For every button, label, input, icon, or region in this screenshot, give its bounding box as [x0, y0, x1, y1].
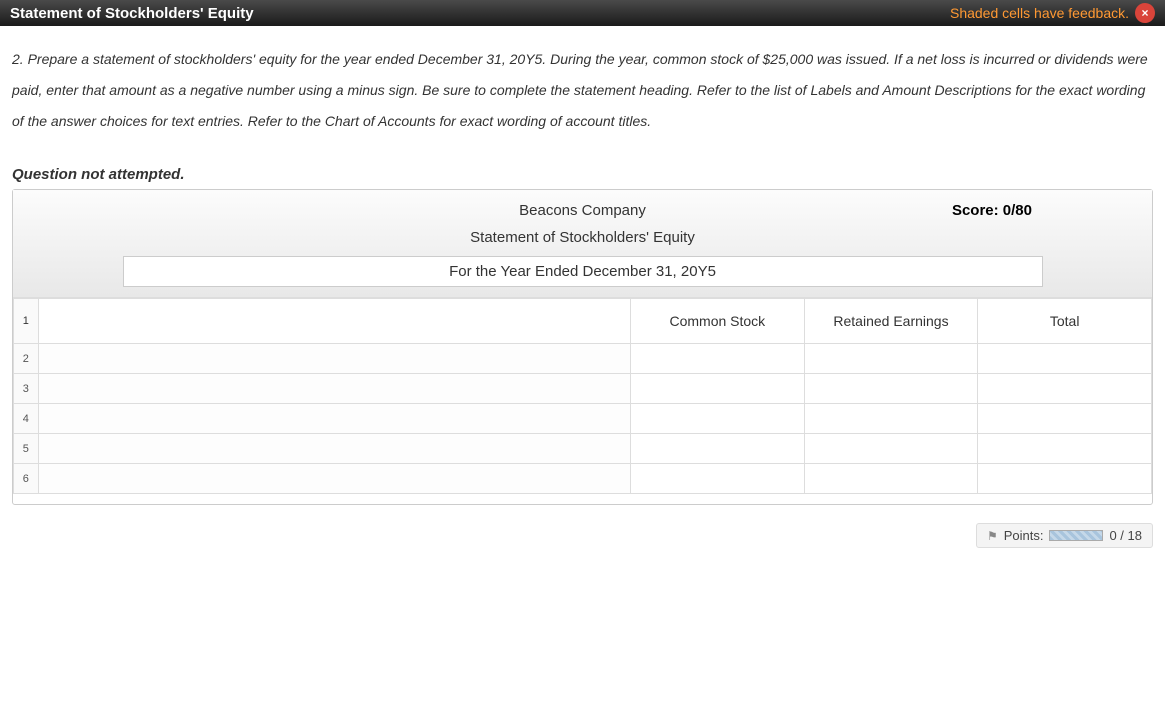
- col-retained-earnings: Retained Earnings: [804, 299, 978, 344]
- amount-input-retained[interactable]: [804, 434, 978, 464]
- amount-input-common[interactable]: [631, 374, 805, 404]
- amount-input-total[interactable]: [978, 404, 1152, 434]
- points-label: Points:: [1004, 528, 1044, 543]
- amount-input-retained[interactable]: [804, 374, 978, 404]
- table-row: 6: [14, 464, 1152, 494]
- label-input[interactable]: [38, 464, 630, 494]
- label-input[interactable]: [38, 344, 630, 374]
- table-header-row: 1 Common Stock Retained Earnings Total: [14, 299, 1152, 344]
- score-label: Score:: [952, 202, 999, 219]
- row-number: 2: [14, 344, 39, 374]
- attempt-status: Question not attempted.: [12, 166, 1153, 183]
- label-header-cell[interactable]: [38, 299, 630, 344]
- table-row: 4: [14, 404, 1152, 434]
- feedback-text: Shaded cells have feedback.: [950, 5, 1129, 21]
- feedback-hint: Shaded cells have feedback. ×: [950, 3, 1155, 23]
- title-bar: Statement of Stockholders' Equity Shaded…: [0, 0, 1165, 26]
- col-common-stock: Common Stock: [631, 299, 805, 344]
- instructions-text: 2. Prepare a statement of stockholders' …: [12, 44, 1153, 136]
- amount-input-total[interactable]: [978, 464, 1152, 494]
- points-badge: ⚑ Points: 0 / 18: [976, 523, 1153, 548]
- row-number: 5: [14, 434, 39, 464]
- label-input[interactable]: [38, 404, 630, 434]
- statement-panel: Beacons Company Statement of Stockholder…: [12, 189, 1153, 505]
- label-input[interactable]: [38, 374, 630, 404]
- amount-input-total[interactable]: [978, 344, 1152, 374]
- amount-input-retained[interactable]: [804, 464, 978, 494]
- amount-input-common[interactable]: [631, 464, 805, 494]
- flag-icon: ⚑: [987, 529, 998, 543]
- period-input[interactable]: For the Year Ended December 31, 20Y5: [123, 256, 1043, 287]
- amount-input-common[interactable]: [631, 404, 805, 434]
- progress-bar: [1049, 530, 1103, 541]
- row-number: 1: [14, 299, 39, 344]
- row-number: 6: [14, 464, 39, 494]
- panel-header: Beacons Company Statement of Stockholder…: [13, 190, 1152, 298]
- score-value: 0/80: [1003, 202, 1032, 219]
- amount-input-common[interactable]: [631, 344, 805, 374]
- table-row: 3: [14, 374, 1152, 404]
- score-display: Score: 0/80: [952, 202, 1032, 219]
- row-number: 4: [14, 404, 39, 434]
- statement-name: Statement of Stockholders' Equity: [13, 229, 1152, 246]
- row-number: 3: [14, 374, 39, 404]
- amount-input-total[interactable]: [978, 374, 1152, 404]
- table-row: 2: [14, 344, 1152, 374]
- amount-input-common[interactable]: [631, 434, 805, 464]
- label-input[interactable]: [38, 434, 630, 464]
- table-row: 5: [14, 434, 1152, 464]
- close-icon[interactable]: ×: [1135, 3, 1155, 23]
- page-title: Statement of Stockholders' Equity: [10, 5, 254, 22]
- amount-input-retained[interactable]: [804, 404, 978, 434]
- content-area: 2. Prepare a statement of stockholders' …: [0, 26, 1165, 553]
- amount-input-retained[interactable]: [804, 344, 978, 374]
- equity-table: 1 Common Stock Retained Earnings Total 2…: [13, 298, 1152, 494]
- col-total: Total: [978, 299, 1152, 344]
- points-value: 0 / 18: [1109, 528, 1142, 543]
- amount-input-total[interactable]: [978, 434, 1152, 464]
